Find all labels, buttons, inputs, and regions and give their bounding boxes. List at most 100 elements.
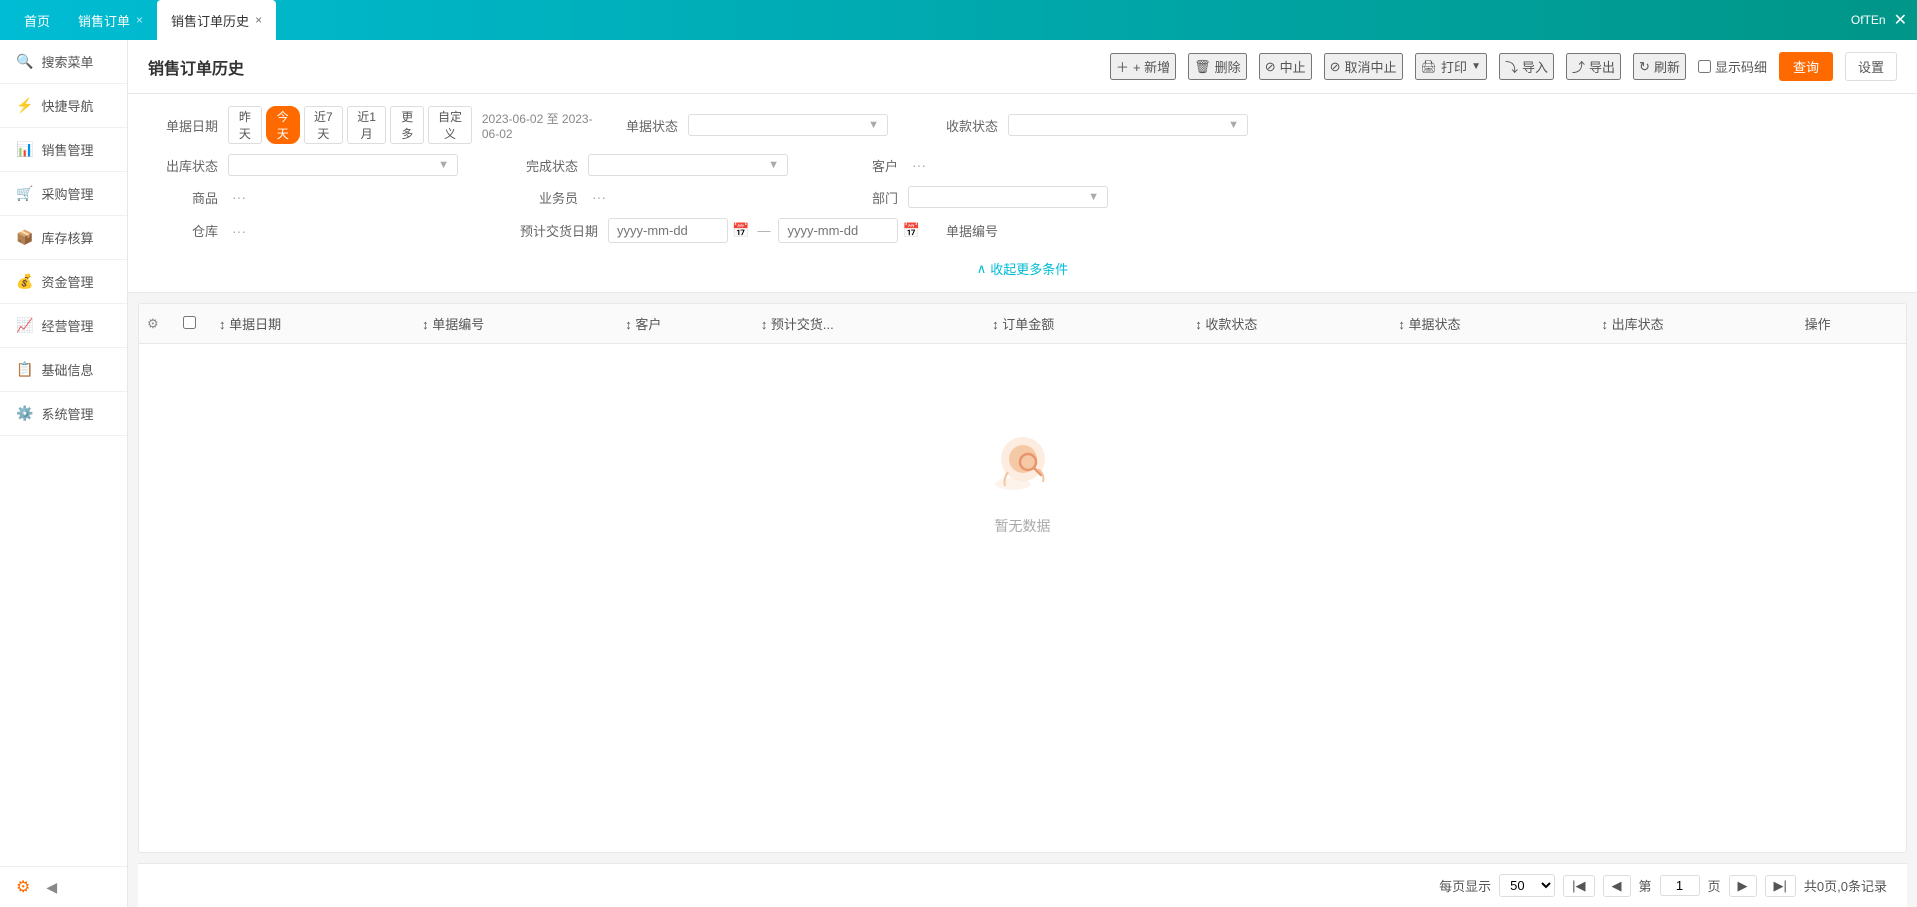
display-col-checkbox[interactable] (1698, 60, 1711, 73)
delete-icon: 🗑 (1194, 59, 1211, 75)
main-content: 销售订单历史 ＋ + 新增 🗑 删除 ⊘ 中止 ⊘ 取消中止 (128, 40, 1917, 907)
col-delivery-status[interactable]: ↕ 出库状态 (1594, 304, 1797, 344)
cancel-stop-icon: ⊘ (1330, 59, 1341, 75)
top-bar-right: OfTEn ✕ (1851, 10, 1907, 30)
date-shortcuts-container: 昨天 今天 近7天 近1月 更多 自定义 2023-06-02 至 2023-0… (228, 106, 608, 144)
page-title: 销售订单历史 (148, 55, 244, 79)
salesperson-label: 业务员 (508, 188, 588, 207)
col-date[interactable]: ↕ 单据日期 (211, 304, 414, 344)
warehouse-ellipsis[interactable]: ··· (228, 223, 250, 239)
sidebar-item-base-info[interactable]: 📋基础信息 (0, 348, 127, 392)
settings-icon[interactable]: ⚙ (16, 877, 30, 897)
new-button[interactable]: ＋ + 新增 (1110, 53, 1176, 80)
department-label: 部门 (828, 188, 908, 207)
sidebar-item-search-menu[interactable]: 🔍搜索菜单 (0, 40, 127, 84)
date-btn-more[interactable]: 更多 (390, 106, 424, 144)
date-btn-7days[interactable]: 近7天 (304, 106, 343, 144)
cancel-stop-button[interactable]: ⊘ 取消中止 (1324, 53, 1403, 80)
export-button[interactable]: ⤴ 导出 (1566, 53, 1621, 80)
col-order-status[interactable]: ↕ 单据状态 (1390, 304, 1593, 344)
page-size-select[interactable]: 50 10 20 100 (1499, 874, 1555, 897)
page-label: 第 (1639, 876, 1652, 895)
sidebar-item-operations[interactable]: 📈经营管理 (0, 304, 127, 348)
date-btn-custom[interactable]: 自定义 (428, 106, 472, 144)
sidebar-icon-finance: 💰 (16, 273, 33, 290)
date-btn-1month[interactable]: 近1月 (347, 106, 386, 144)
current-page-input[interactable] (1660, 875, 1700, 896)
import-button[interactable]: ⤵ 导入 (1499, 53, 1554, 80)
sidebar-item-system[interactable]: ⚙️系统管理 (0, 392, 127, 436)
customer-ellipsis[interactable]: ··· (908, 157, 930, 173)
tab-close-sales-order-history[interactable]: × (255, 13, 262, 27)
tab-bar: 首页销售订单×销售订单历史× (10, 0, 1851, 40)
collapse-sidebar-icon[interactable]: ◀ (46, 879, 57, 896)
query-button[interactable]: 查询 (1779, 52, 1833, 81)
salesperson-ellipsis[interactable]: ··· (588, 189, 610, 205)
completion-status-select[interactable]: ▼ (588, 154, 788, 176)
col-payment-status[interactable]: ↕ 收款状态 (1187, 304, 1390, 344)
tab-sales-order-history[interactable]: 销售订单历史× (157, 0, 276, 40)
sidebar-icon-search-menu: 🔍 (16, 53, 33, 70)
date-btn-today[interactable]: 今天 (266, 106, 300, 144)
checkbox-col[interactable] (175, 304, 211, 344)
warehouse-label: 仓库 (148, 221, 228, 240)
top-bar: 首页销售订单×销售订单历史× OfTEn ✕ (0, 0, 1917, 40)
col-expected-delivery[interactable]: ↕ 预计交货... (753, 304, 984, 344)
collapse-more[interactable]: ∧ 收起更多条件 (148, 253, 1897, 280)
sidebar-item-inventory[interactable]: 📦库存核算 (0, 216, 127, 260)
col-amount[interactable]: ↕ 订单金额 (984, 304, 1187, 344)
table-settings-col[interactable]: ⚙ (139, 304, 175, 344)
calendar-to-icon[interactable]: 📅 (902, 222, 919, 239)
settings-button[interactable]: 设置 (1845, 52, 1897, 81)
prev-page-button[interactable]: ◀ (1603, 875, 1631, 897)
delete-button[interactable]: 🗑 删除 (1188, 53, 1247, 80)
completion-status-arrow: ▼ (768, 159, 779, 171)
calendar-from-icon[interactable]: 📅 (732, 222, 749, 239)
sidebar-item-quick-nav[interactable]: ⚡快捷导航 (0, 84, 127, 128)
delivery-date-from[interactable] (608, 218, 728, 243)
col-number[interactable]: ↕ 单据编号 (414, 304, 617, 344)
department-select[interactable]: ▼ (908, 186, 1108, 208)
delivery-status-label: 出库状态 (148, 156, 228, 175)
col-customer[interactable]: ↕ 客户 (617, 304, 753, 344)
tab-close-sales-order[interactable]: × (136, 13, 143, 27)
sidebar-item-purchase[interactable]: 🛒采购管理 (0, 172, 127, 216)
select-all-checkbox[interactable] (183, 316, 196, 329)
product-ellipsis[interactable]: ··· (228, 189, 250, 205)
first-page-button[interactable]: |◀ (1563, 875, 1594, 897)
sidebar-label-purchase: 采购管理 (41, 184, 93, 203)
close-window-icon[interactable]: ✕ (1894, 10, 1907, 30)
delivery-status-control: ▼ (228, 154, 508, 176)
delivery-status-select[interactable]: ▼ (228, 154, 458, 176)
filter-row-warehouse: 仓库 ··· 预计交货日期 📅 — 📅 单据编号 (148, 218, 1897, 243)
sidebar-label-system: 系统管理 (41, 404, 93, 423)
data-table: ⚙ ↕ 单据日期 ↕ 单据编号 ↕ 客户 (139, 304, 1906, 616)
tab-sales-order[interactable]: 销售订单× (64, 0, 157, 40)
payment-status-select[interactable]: ▼ (1008, 114, 1248, 136)
order-status-control: ▼ (688, 114, 928, 136)
plus-icon: ＋ (1116, 57, 1129, 76)
empty-state: 暂无数据 (139, 344, 1906, 616)
expected-delivery-control: 📅 — 📅 (608, 218, 928, 243)
print-icon: 🖨 (1421, 59, 1438, 75)
order-status-select[interactable]: ▼ (688, 114, 888, 136)
next-page-button[interactable]: ▶ (1729, 875, 1757, 897)
date-btn-yesterday[interactable]: 昨天 (228, 106, 262, 144)
table-area: ⚙ ↕ 单据日期 ↕ 单据编号 ↕ 客户 (138, 303, 1907, 853)
stop-button[interactable]: ⊘ 中止 (1259, 53, 1312, 80)
delivery-date-to[interactable] (778, 218, 898, 243)
print-button[interactable]: 🖨 打印 ▼ (1415, 53, 1487, 80)
tab-home[interactable]: 首页 (10, 0, 64, 40)
col-operation: 操作 (1797, 304, 1906, 344)
table-body: 暂无数据 (139, 344, 1906, 617)
refresh-button[interactable]: ↻ 刷新 (1633, 53, 1686, 80)
department-arrow: ▼ (1088, 191, 1099, 203)
last-page-button[interactable]: ▶| (1765, 875, 1796, 897)
expected-delivery-label: 预计交货日期 (508, 221, 608, 240)
display-col-check[interactable]: 显示码细 (1698, 57, 1767, 76)
filter-row-date: 单据日期 昨天 今天 近7天 近1月 更多 自定义 2023-06-02 至 2… (148, 106, 1897, 144)
sidebar-item-sales[interactable]: 📊销售管理 (0, 128, 127, 172)
sidebar-label-sales: 销售管理 (41, 140, 93, 159)
table-settings-icon[interactable]: ⚙ (147, 316, 159, 331)
sidebar-item-finance[interactable]: 💰资金管理 (0, 260, 127, 304)
